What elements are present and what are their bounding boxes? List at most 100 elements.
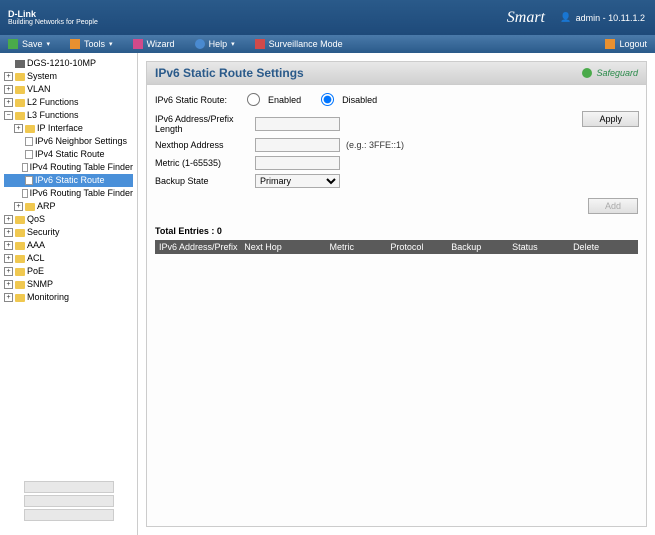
collapse-icon[interactable]: −	[4, 111, 13, 120]
help-menu[interactable]: Help▾	[195, 39, 235, 49]
tree-device[interactable]: DGS-1210-10MP	[4, 57, 133, 70]
doc-icon	[25, 137, 33, 146]
nexthop-hint: (e.g.: 3FFE::1)	[346, 140, 404, 150]
tree-arp[interactable]: +ARP	[4, 200, 133, 213]
tree-snmp[interactable]: +SNMP	[4, 278, 133, 291]
col-backup: Backup	[451, 242, 512, 252]
sidebar: DGS-1210-10MP +System +VLAN +L2 Function…	[0, 53, 138, 535]
device-icon	[15, 60, 25, 68]
logout-icon	[605, 39, 615, 49]
folder-icon	[15, 99, 25, 107]
col-addr: IPv6 Address/Prefix	[159, 242, 244, 252]
expand-icon[interactable]: +	[4, 228, 13, 237]
tree-system[interactable]: +System	[4, 70, 133, 83]
expand-icon[interactable]: +	[14, 202, 23, 211]
backup-select[interactable]: Primary	[255, 174, 340, 188]
tree-ipif[interactable]: +IP Interface	[4, 122, 133, 135]
help-icon	[195, 39, 205, 49]
chevron-down-icon: ▾	[231, 40, 235, 48]
doc-icon	[25, 150, 33, 159]
enabled-label[interactable]: Enabled	[268, 95, 301, 105]
save-menu[interactable]: Save▾	[8, 39, 50, 49]
settings-panel: IPv6 Static Route Settings Safeguard IPv…	[146, 61, 647, 527]
device-image	[4, 471, 133, 531]
brand-logo: D-Link Building Networks for People	[8, 10, 98, 26]
wizard-button[interactable]: Wizard	[133, 39, 175, 49]
expand-icon[interactable]: +	[4, 267, 13, 276]
tree-qos[interactable]: +QoS	[4, 213, 133, 226]
tree-poe[interactable]: +PoE	[4, 265, 133, 278]
tree-security[interactable]: +Security	[4, 226, 133, 239]
route-enable-row: IPv6 Static Route: Enabled Disabled	[155, 93, 638, 106]
panel-title: IPv6 Static Route Settings	[155, 66, 304, 80]
folder-icon	[15, 281, 25, 289]
expand-icon[interactable]: +	[4, 280, 13, 289]
surveillance-button[interactable]: Surveillance Mode	[255, 39, 343, 49]
metric-label: Metric (1-65535)	[155, 158, 255, 168]
col-status: Status	[512, 242, 573, 252]
col-delete: Delete	[573, 242, 634, 252]
addr-input[interactable]	[255, 117, 340, 131]
col-metric: Metric	[330, 242, 391, 252]
chevron-down-icon: ▾	[109, 40, 113, 48]
folder-icon	[15, 268, 25, 276]
folder-icon	[15, 294, 25, 302]
chevron-down-icon: ▾	[47, 40, 51, 48]
disabled-label[interactable]: Disabled	[342, 95, 377, 105]
expand-icon[interactable]: +	[4, 215, 13, 224]
addr-label: IPv6 Address/Prefix Length	[155, 114, 255, 134]
expand-icon[interactable]: +	[4, 85, 13, 94]
wizard-icon	[133, 39, 143, 49]
doc-icon	[22, 163, 28, 172]
tree-monitoring[interactable]: +Monitoring	[4, 291, 133, 304]
expand-icon[interactable]: +	[4, 293, 13, 302]
folder-icon	[15, 255, 25, 263]
brand-name: D-Link	[8, 10, 98, 19]
tree-ipv4rtf[interactable]: IPv4 Routing Table Finder	[4, 161, 133, 174]
safeguard-badge: Safeguard	[582, 68, 638, 78]
table-header: IPv6 Address/Prefix Next Hop Metric Prot…	[155, 240, 638, 254]
app-header: D-Link Building Networks for People Smar…	[0, 0, 655, 35]
tree-ipv6static[interactable]: IPv6 Static Route	[4, 174, 133, 187]
tree-ipv4static[interactable]: IPv4 Static Route	[4, 148, 133, 161]
tree-ipv6neighbor[interactable]: IPv6 Neighbor Settings	[4, 135, 133, 148]
folder-icon	[25, 203, 35, 211]
enabled-radio[interactable]	[247, 93, 260, 106]
smart-logo: Smart	[507, 9, 545, 27]
tree-aaa[interactable]: +AAA	[4, 239, 133, 252]
apply-button[interactable]: Apply	[582, 111, 639, 127]
nexthop-label: Nexthop Address	[155, 140, 255, 150]
col-protocol: Protocol	[390, 242, 451, 252]
disabled-radio[interactable]	[321, 93, 334, 106]
folder-icon	[15, 73, 25, 81]
logout-button[interactable]: Logout	[605, 39, 647, 49]
folder-icon	[25, 125, 35, 133]
expand-icon[interactable]: +	[4, 98, 13, 107]
doc-icon	[22, 189, 28, 198]
tree-acl[interactable]: +ACL	[4, 252, 133, 265]
expand-icon[interactable]: +	[4, 241, 13, 250]
main-layout: DGS-1210-10MP +System +VLAN +L2 Function…	[0, 53, 655, 535]
add-button[interactable]: Add	[588, 198, 638, 214]
nexthop-input[interactable]	[255, 138, 340, 152]
expand-icon[interactable]: +	[4, 72, 13, 81]
admin-info: 👤 admin - 10.11.1.2	[560, 12, 645, 23]
tree-vlan[interactable]: +VLAN	[4, 83, 133, 96]
total-entries: Total Entries : 0	[155, 226, 638, 236]
folder-icon	[15, 112, 25, 120]
doc-icon	[25, 176, 33, 185]
admin-text: admin - 10.11.1.2	[576, 13, 645, 23]
tools-icon	[70, 39, 80, 49]
tools-menu[interactable]: Tools▾	[70, 39, 113, 49]
expand-icon[interactable]: +	[4, 254, 13, 263]
expand-icon[interactable]: +	[14, 124, 23, 133]
folder-icon	[15, 216, 25, 224]
tree-ipv6rtf[interactable]: IPv6 Routing Table Finder	[4, 187, 133, 200]
tree-l3[interactable]: −L3 Functions	[4, 109, 133, 122]
tree-l2[interactable]: +L2 Functions	[4, 96, 133, 109]
brand-tagline: Building Networks for People	[8, 19, 98, 26]
surveillance-icon	[255, 39, 265, 49]
save-icon	[8, 39, 18, 49]
route-label: IPv6 Static Route:	[155, 95, 227, 105]
metric-input[interactable]	[255, 156, 340, 170]
